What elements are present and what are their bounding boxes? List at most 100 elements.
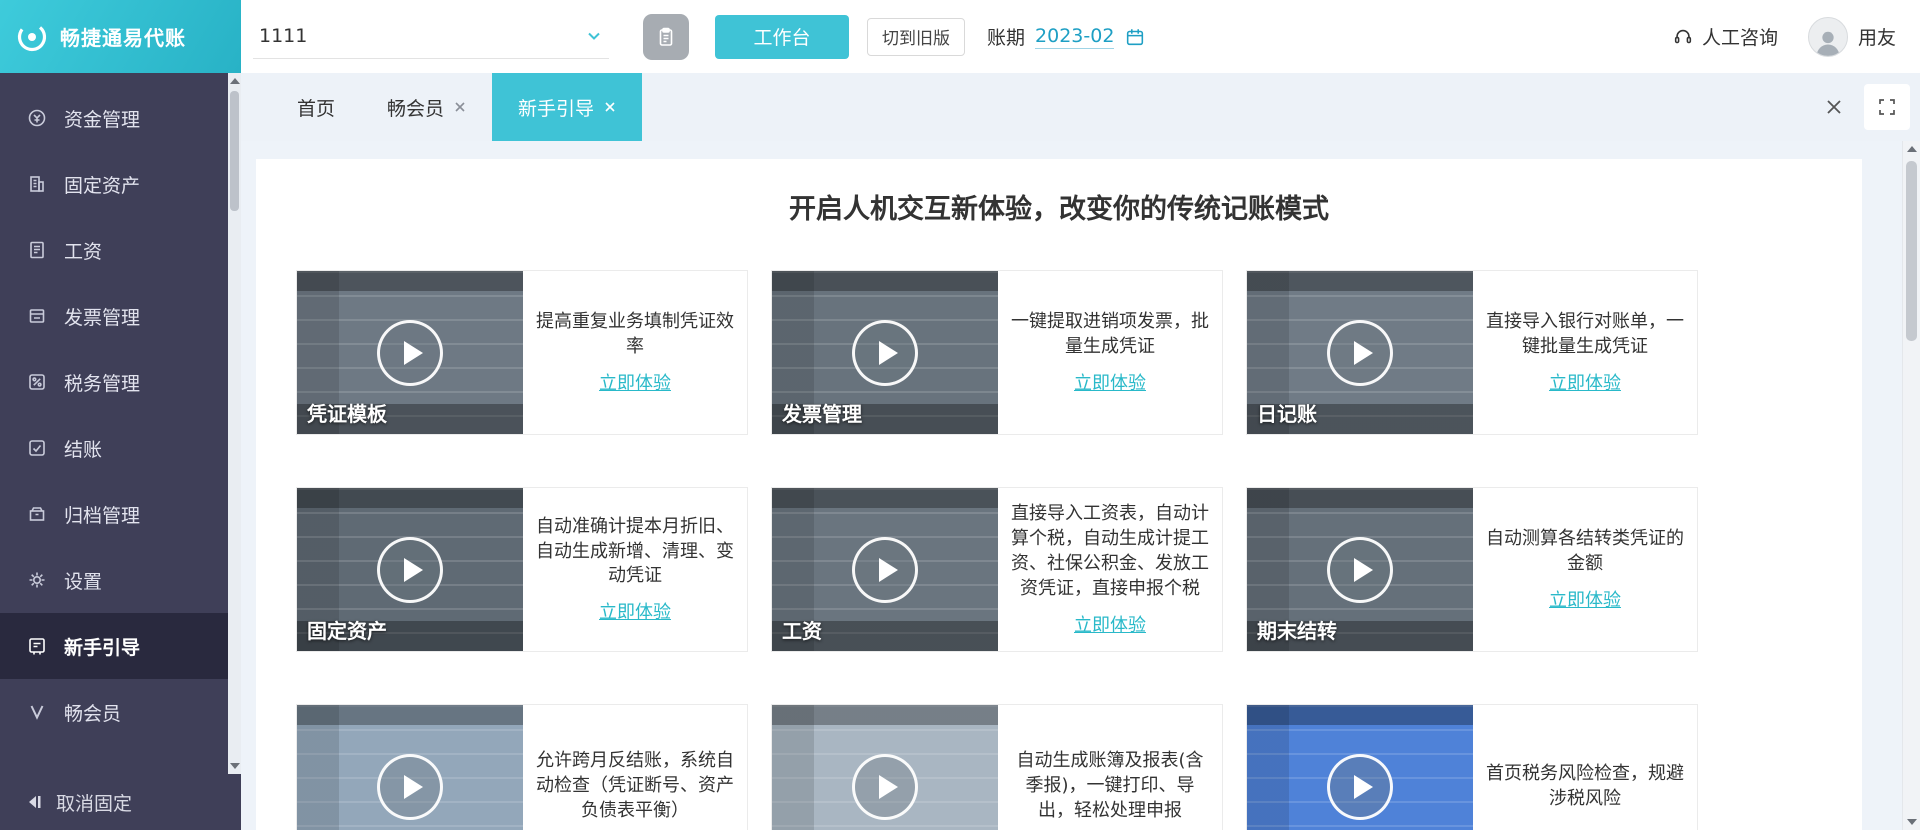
avatar[interactable] bbox=[1807, 16, 1848, 57]
scroll-up-arrow[interactable] bbox=[229, 78, 240, 84]
tab-close-icon[interactable] bbox=[454, 101, 466, 113]
tab-member[interactable]: 畅会员 bbox=[361, 73, 492, 141]
scroll-down-arrow[interactable] bbox=[1906, 819, 1917, 825]
sidebar-item-guide[interactable]: 新手引导 bbox=[0, 613, 241, 679]
workbench-button[interactable]: 工作台 bbox=[715, 14, 849, 59]
unpin-label: 取消固定 bbox=[56, 792, 133, 815]
page-title: 开启人机交互新体验，改变你的传统记账模式 bbox=[789, 194, 1329, 225]
video-thumbnail[interactable]: 日记账 bbox=[1247, 271, 1473, 434]
sidebar-item-label: 归档管理 bbox=[64, 504, 141, 527]
sidebar-item-member[interactable]: 畅会员 bbox=[0, 679, 241, 745]
sidebar-item-closing[interactable]: 结账 bbox=[0, 415, 241, 481]
headset-icon bbox=[1672, 26, 1694, 48]
sidebar-item-label: 税务管理 bbox=[64, 372, 141, 395]
sidebar-item-fixed-assets[interactable]: 固定资产 bbox=[0, 151, 241, 217]
account-select[interactable]: 1111 bbox=[253, 15, 609, 59]
experience-link[interactable]: 立即体验 bbox=[1549, 369, 1621, 395]
thumb-caption: 发票管理 bbox=[782, 402, 862, 426]
guide-card: 凭证模板 提高重复业务填制凭证效率 立即体验 bbox=[296, 270, 748, 435]
coin-icon bbox=[26, 106, 50, 130]
sidebar-scrollbar[interactable] bbox=[228, 73, 241, 774]
card-body: 一键提取进销项发票，批量生成凭证 立即体验 bbox=[998, 271, 1222, 434]
card-body: 直接导入银行对账单，一键批量生成凭证 立即体验 bbox=[1473, 271, 1697, 434]
account-select-value: 1111 bbox=[259, 25, 308, 47]
sidebar-item-archive[interactable]: 归档管理 bbox=[0, 481, 241, 547]
card-body: 首页税务风险检查，规避涉税风险 bbox=[1473, 705, 1697, 830]
guide-card: 固定资产 自动准确计提本月折旧、自动生成新增、清理、变动凭证 立即体验 bbox=[296, 487, 748, 652]
play-button[interactable] bbox=[1327, 319, 1393, 386]
card-description: 自动测算各结转类凭证的金额 bbox=[1486, 528, 1684, 574]
close-all-button[interactable] bbox=[1824, 97, 1844, 117]
play-button[interactable] bbox=[1327, 753, 1393, 820]
tabbar: 首页 畅会员 新手引导 bbox=[241, 73, 1920, 141]
tab-guide[interactable]: 新手引导 bbox=[492, 73, 643, 141]
scroll-thumb[interactable] bbox=[230, 91, 239, 211]
guide-card: 发票管理 一键提取进销项发票，批量生成凭证 立即体验 bbox=[771, 270, 1223, 435]
period-value[interactable]: 2023-02 bbox=[1035, 25, 1115, 49]
guide-card: 首页税务风险检查，规避涉税风险 bbox=[1246, 704, 1698, 830]
main-scrollbar[interactable] bbox=[1902, 141, 1920, 830]
tab-label: 新手引导 bbox=[518, 97, 595, 120]
guide-panel: 开启人机交互新体验，改变你的传统记账模式 凭证模板 提高重复业务填制凭证效率 立… bbox=[256, 159, 1862, 830]
play-button[interactable] bbox=[377, 319, 443, 386]
card-body: 自动测算各结转类凭证的金额 立即体验 bbox=[1473, 488, 1697, 651]
gear-icon bbox=[26, 568, 50, 592]
clipboard-icon bbox=[654, 25, 678, 49]
sidebar-item-label: 新手引导 bbox=[64, 636, 141, 659]
sidebar-item-invoice[interactable]: 发票管理 bbox=[0, 283, 241, 349]
experience-link[interactable]: 立即体验 bbox=[599, 369, 671, 395]
unpin-icon bbox=[24, 791, 46, 813]
thumb-caption: 固定资产 bbox=[307, 619, 387, 643]
consult-label: 人工咨询 bbox=[1701, 27, 1778, 49]
clipboard-button[interactable] bbox=[643, 13, 689, 60]
sidebar-item-funds[interactable]: 资金管理 bbox=[0, 85, 241, 151]
sidebar-item-label: 设置 bbox=[64, 570, 103, 593]
experience-link[interactable]: 立即体验 bbox=[1074, 369, 1146, 395]
play-button[interactable] bbox=[1327, 536, 1393, 603]
video-thumbnail[interactable] bbox=[772, 705, 998, 830]
experience-link[interactable]: 立即体验 bbox=[599, 598, 671, 624]
guide-cards-grid: 凭证模板 提高重复业务填制凭证效率 立即体验 发票管理 一键提取进销项发票，批量… bbox=[256, 270, 1862, 830]
tab-close-icon[interactable] bbox=[604, 101, 616, 113]
video-thumbnail[interactable]: 工资 bbox=[772, 488, 998, 651]
video-thumbnail[interactable]: 期末结转 bbox=[1247, 488, 1473, 651]
sidebar-item-label: 畅会员 bbox=[64, 702, 122, 725]
play-button[interactable] bbox=[852, 753, 918, 820]
video-thumbnail[interactable]: 凭证模板 bbox=[297, 271, 523, 434]
sidebar-item-label: 资金管理 bbox=[64, 108, 141, 131]
sidebar-item-label: 固定资产 bbox=[64, 174, 141, 197]
fullscreen-icon bbox=[1876, 96, 1898, 118]
topbar: 1111 工作台 切到旧版 账期 2023-02 人工咨询 用友 bbox=[241, 0, 1920, 73]
building-icon bbox=[26, 172, 50, 196]
sidebar-item-salary[interactable]: 工资 bbox=[0, 217, 241, 283]
scroll-up-arrow[interactable] bbox=[1906, 146, 1917, 152]
experience-link[interactable]: 立即体验 bbox=[1549, 586, 1621, 612]
scroll-thumb[interactable] bbox=[1906, 161, 1917, 341]
video-thumbnail[interactable]: 发票管理 bbox=[772, 271, 998, 434]
play-button[interactable] bbox=[852, 536, 918, 603]
experience-link[interactable]: 立即体验 bbox=[1074, 611, 1146, 637]
card-description: 首页税务风险检查，规避涉税风险 bbox=[1486, 762, 1684, 809]
video-thumbnail[interactable] bbox=[297, 705, 523, 830]
thumb-caption: 工资 bbox=[782, 619, 822, 643]
sidebar-item-tax[interactable]: 税务管理 bbox=[0, 349, 241, 415]
tab-home[interactable]: 首页 bbox=[271, 73, 361, 141]
switch-old-version-button[interactable]: 切到旧版 bbox=[867, 17, 965, 56]
card-body: 自动生成账簿及报表(含季报)，一键打印、导出，轻松处理申报 bbox=[998, 705, 1222, 830]
sidebar-item-settings[interactable]: 设置 bbox=[0, 547, 241, 613]
play-button[interactable] bbox=[852, 319, 918, 386]
main-area: 1111 工作台 切到旧版 账期 2023-02 人工咨询 用友 首页 畅会员 bbox=[241, 0, 1920, 830]
scroll-down-arrow[interactable] bbox=[229, 763, 240, 769]
calendar-icon[interactable] bbox=[1124, 26, 1146, 48]
fullscreen-button[interactable] bbox=[1864, 84, 1910, 130]
video-thumbnail[interactable] bbox=[1247, 705, 1473, 830]
guide-card: 工资 直接导入工资表，自动计算个税，自动生成计提工资、社保公积金、发放工资凭证，… bbox=[771, 487, 1223, 652]
video-thumbnail[interactable]: 固定资产 bbox=[297, 488, 523, 651]
sidebar-menu: 资金管理 固定资产 工资 发票管理 税务管理 结账 归档管理 设置 新手引导 畅… bbox=[0, 73, 241, 774]
tab-label: 畅会员 bbox=[387, 97, 445, 120]
play-button[interactable] bbox=[377, 753, 443, 820]
consult-link[interactable]: 人工咨询 bbox=[1672, 23, 1778, 50]
play-button[interactable] bbox=[377, 536, 443, 603]
invoice-icon bbox=[26, 304, 50, 328]
unpin-button[interactable]: 取消固定 bbox=[0, 774, 241, 830]
